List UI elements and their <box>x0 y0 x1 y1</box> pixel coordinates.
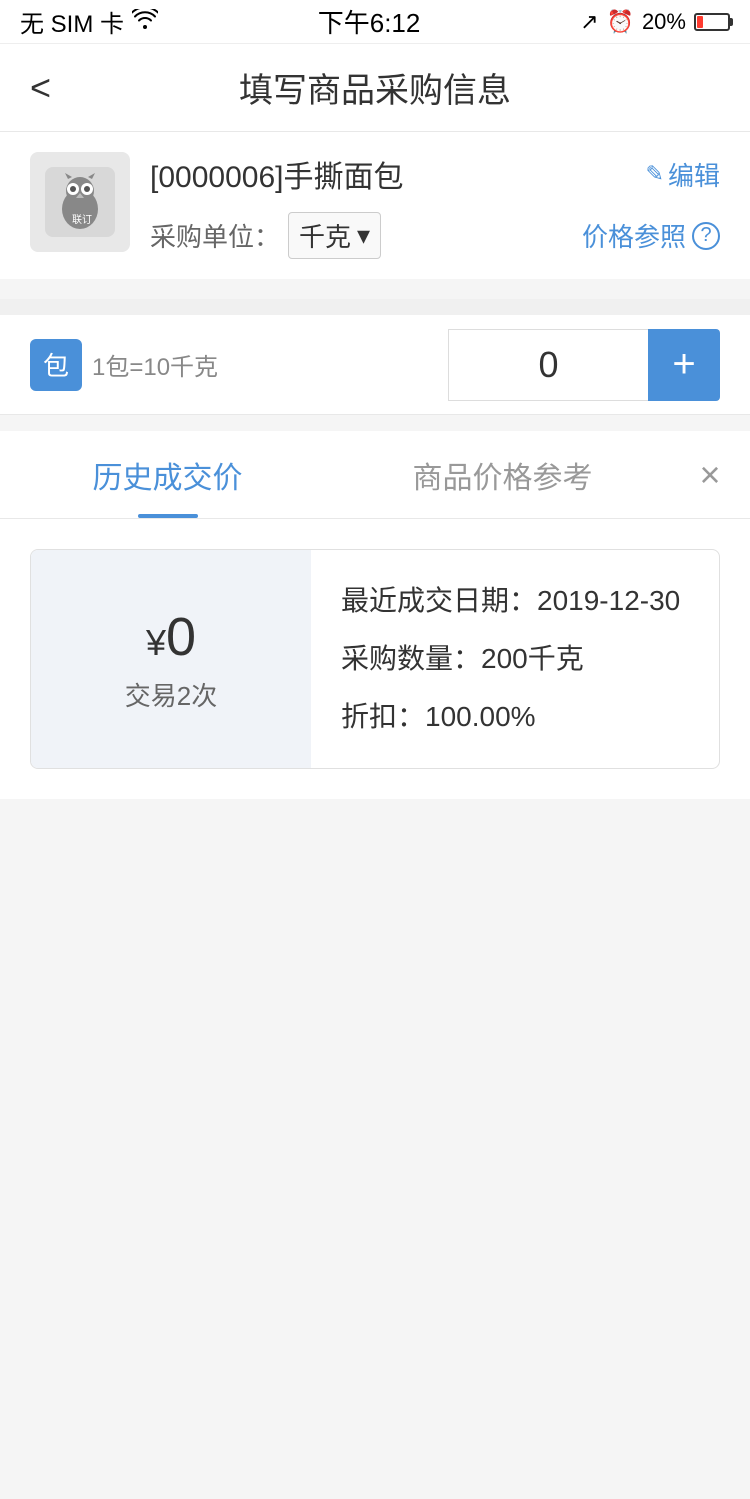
product-name: [0000006]手撕面包 <box>150 152 403 196</box>
carrier-text: 无 SIM 卡 <box>20 4 124 39</box>
alarm-icon: ⏰ <box>607 9 634 35</box>
unit-box: 包 <box>30 339 82 391</box>
card-price-panel: ¥0 交易2次 <box>31 550 311 768</box>
gps-icon: ↗ <box>580 9 598 35</box>
unit-dropdown-icon: ▾ <box>357 220 370 251</box>
tabs-close-button[interactable]: × <box>670 431 750 518</box>
price-ref-button[interactable]: 价格参照 ? <box>582 217 720 254</box>
tab-product-price-ref[interactable]: 商品价格参考 <box>335 431 670 518</box>
battery-icon <box>694 13 730 31</box>
purchase-qty-line: 采购数量：200千克 <box>341 638 689 680</box>
status-time: 下午6:12 <box>318 3 421 40</box>
page-title: 填写商品采购信息 <box>239 63 511 112</box>
edit-label: 编辑 <box>668 156 720 193</box>
battery-percent: 20% <box>642 9 686 35</box>
wifi-icon <box>132 8 158 36</box>
main-content-area <box>0 799 750 1499</box>
tab-history-price-label: 历史成交价 <box>93 453 243 497</box>
recent-date-value: 2019-12-30 <box>537 585 680 616</box>
unit-select[interactable]: 千克 ▾ <box>288 212 381 259</box>
card-detail-panel: 最近成交日期：2019-12-30 采购数量：200千克 折扣：100.00% <box>311 550 719 768</box>
back-button[interactable]: < <box>30 67 80 109</box>
tabs-header: 历史成交价 商品价格参考 × <box>0 431 750 519</box>
section-divider <box>0 299 750 315</box>
product-section: 联订 [0000006]手撕面包 ✎ 编辑 采购单位： 千克 ▾ <box>0 132 750 279</box>
purchase-qty-value: 200千克 <box>481 643 584 674</box>
product-image: 联订 <box>30 152 130 252</box>
product-logo-icon: 联订 <box>45 167 115 237</box>
discount-label: 折扣： <box>341 701 425 732</box>
trade-count: 交易2次 <box>125 676 217 713</box>
price-symbol: ¥ <box>146 622 166 663</box>
price-ref-label: 价格参照 <box>582 217 686 254</box>
page-header: < 填写商品采购信息 <box>0 44 750 132</box>
price-value: 0 <box>166 607 196 667</box>
status-bar: 无 SIM 卡 下午6:12 ↗ ⏰ 20% <box>0 0 750 44</box>
product-info: [0000006]手撕面包 ✎ 编辑 采购单位： 千克 ▾ 价格参照 ? <box>150 152 720 259</box>
quantity-input-group: + <box>448 329 720 401</box>
discount-value: 100.00% <box>425 701 536 732</box>
recent-date-label: 最近成交日期： <box>341 585 537 616</box>
unit-conversion: 1包=10千克 <box>92 347 218 382</box>
tabs-section: 历史成交价 商品价格参考 × ¥0 交易2次 最近成交日期：2019-12-30… <box>0 431 750 799</box>
status-carrier: 无 SIM 卡 <box>20 4 158 39</box>
price-display: ¥0 <box>146 606 196 668</box>
quantity-plus-button[interactable]: + <box>648 329 720 401</box>
quantity-input[interactable] <box>448 329 648 401</box>
recent-date-line: 最近成交日期：2019-12-30 <box>341 580 689 622</box>
help-icon: ? <box>692 222 720 250</box>
tab-history-price[interactable]: 历史成交价 <box>0 431 335 518</box>
unit-value: 千克 <box>299 217 351 254</box>
discount-line: 折扣：100.00% <box>341 696 689 738</box>
purchase-qty-label: 采购数量： <box>341 643 481 674</box>
tab-product-price-ref-label: 商品价格参考 <box>413 453 593 497</box>
status-right-icons: ↗ ⏰ 20% <box>580 9 730 35</box>
edit-icon: ✎ <box>646 161 664 187</box>
quantity-section: 包 1包=10千克 + <box>0 315 750 415</box>
edit-button[interactable]: ✎ 编辑 <box>646 156 720 193</box>
tab-content-history: ¥0 交易2次 最近成交日期：2019-12-30 采购数量：200千克 折扣：… <box>0 519 750 799</box>
svg-text:联订: 联订 <box>72 214 92 226</box>
history-card: ¥0 交易2次 最近成交日期：2019-12-30 采购数量：200千克 折扣：… <box>30 549 720 769</box>
unit-label: 采购单位： <box>150 217 280 254</box>
